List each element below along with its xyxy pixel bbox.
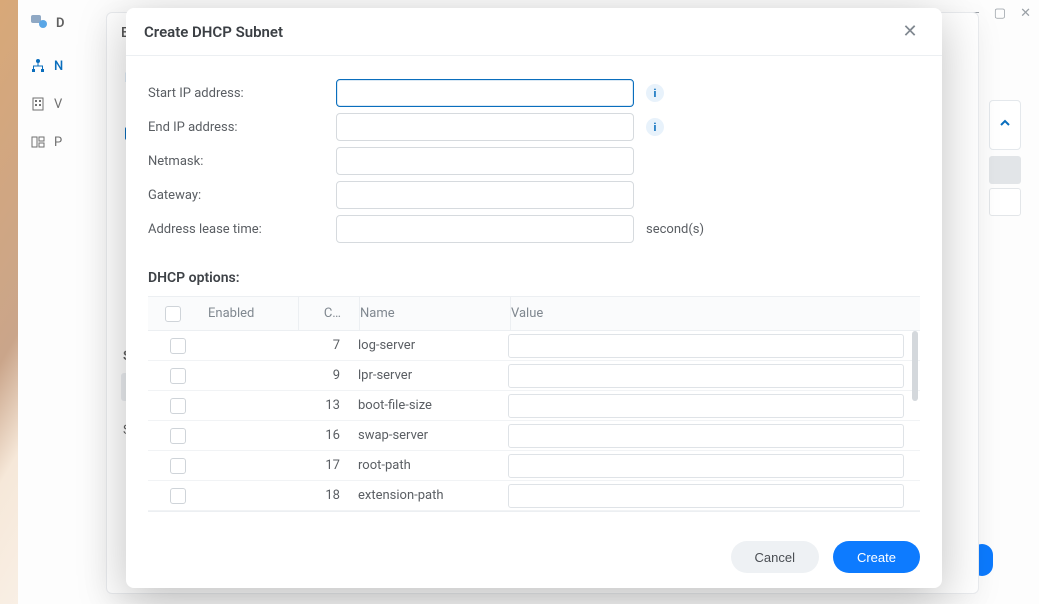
info-icon[interactable]: i: [646, 84, 664, 102]
lease-suffix: second(s): [646, 222, 704, 237]
row-checkbox[interactable]: [170, 458, 186, 474]
scrollbar-thumb[interactable]: [912, 331, 918, 401]
table-row[interactable]: 7log-server: [148, 331, 920, 361]
header-value[interactable]: Value: [511, 306, 920, 321]
select-all-checkbox[interactable]: [165, 306, 181, 322]
row-name: log-server: [358, 338, 508, 353]
modal-header: Create DHCP Subnet ✕: [126, 8, 942, 56]
info-icon[interactable]: i: [646, 118, 664, 136]
close-button[interactable]: ✕: [896, 18, 924, 46]
modal-footer: Cancel Create: [126, 526, 942, 588]
row-netmask: Netmask:: [148, 144, 920, 178]
row-value-input[interactable]: [508, 454, 904, 478]
start-ip-input[interactable]: [336, 79, 634, 107]
row-gateway: Gateway:: [148, 178, 920, 212]
row-checkbox[interactable]: [170, 428, 186, 444]
end-ip-input[interactable]: [336, 113, 634, 141]
table-row[interactable]: 9lpr-server: [148, 361, 920, 391]
label-gateway: Gateway:: [148, 188, 336, 203]
header-code[interactable]: C…: [299, 306, 359, 321]
row-checkbox[interactable]: [170, 368, 186, 384]
table-row[interactable]: 16swap-server: [148, 421, 920, 451]
row-name: root-path: [358, 458, 508, 473]
cancel-button[interactable]: Cancel: [731, 541, 819, 573]
row-code: 13: [298, 398, 358, 413]
row-code: 9: [298, 368, 358, 383]
row-value-input[interactable]: [508, 484, 904, 508]
modal-body: Start IP address: i End IP address: i Ne…: [126, 56, 942, 526]
create-button[interactable]: Create: [833, 541, 920, 573]
table-row[interactable]: 17root-path: [148, 451, 920, 481]
gateway-input[interactable]: [336, 181, 634, 209]
table-row[interactable]: 18extension-path: [148, 481, 920, 511]
row-name: boot-file-size: [358, 398, 508, 413]
desktop-background: D — ▢ ✕ N V P: [0, 0, 1051, 604]
row-end-ip: End IP address: i: [148, 110, 920, 144]
row-code: 18: [298, 488, 358, 503]
row-value-input[interactable]: [508, 334, 904, 358]
netmask-input[interactable]: [336, 147, 634, 175]
row-name: extension-path: [358, 488, 508, 503]
row-checkbox[interactable]: [170, 338, 186, 354]
row-checkbox[interactable]: [170, 488, 186, 504]
row-lease: Address lease time: second(s): [148, 212, 920, 246]
row-start-ip: Start IP address: i: [148, 76, 920, 110]
modal-overlay: Create DHCP Subnet ✕ Start IP address: i…: [0, 0, 1051, 604]
row-value-input[interactable]: [508, 424, 904, 448]
modal-title: Create DHCP Subnet: [144, 23, 283, 41]
label-end-ip: End IP address:: [148, 120, 336, 135]
dhcp-options-table: Enabled C… Name Value 7log-server9lpr-se…: [148, 296, 920, 512]
row-value-input[interactable]: [508, 364, 904, 388]
header-checkbox-cell: [148, 306, 208, 322]
header-enabled[interactable]: Enabled: [208, 306, 298, 321]
dhcp-options-label: DHCP options:: [148, 270, 920, 286]
header-name[interactable]: Name: [360, 306, 510, 321]
row-code: 17: [298, 458, 358, 473]
label-start-ip: Start IP address:: [148, 86, 336, 101]
create-dhcp-subnet-modal: Create DHCP Subnet ✕ Start IP address: i…: [126, 8, 942, 588]
row-name: lpr-server: [358, 368, 508, 383]
label-lease: Address lease time:: [148, 222, 336, 237]
label-netmask: Netmask:: [148, 154, 336, 169]
table-row[interactable]: 13boot-file-size: [148, 391, 920, 421]
row-checkbox[interactable]: [170, 398, 186, 414]
row-name: swap-server: [358, 428, 508, 443]
table-header: Enabled C… Name Value: [148, 297, 920, 331]
row-code: 16: [298, 428, 358, 443]
row-code: 7: [298, 338, 358, 353]
lease-time-input[interactable]: [336, 215, 634, 243]
table-body: 7log-server9lpr-server13boot-file-size16…: [148, 331, 920, 511]
close-icon: ✕: [902, 21, 917, 42]
row-value-input[interactable]: [508, 394, 904, 418]
